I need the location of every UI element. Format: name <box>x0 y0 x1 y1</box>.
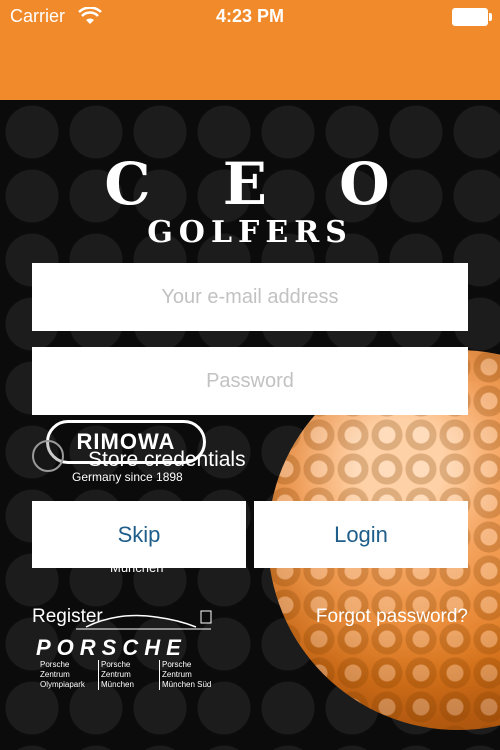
skip-button[interactable]: Skip <box>32 501 246 568</box>
status-bar: Carrier 4:23 PM <box>0 0 500 34</box>
porsche-location: Porsche Zentrum Olympiapark <box>40 660 85 689</box>
porsche-locations: Porsche Zentrum Olympiapark Porsche Zent… <box>38 660 220 690</box>
email-field[interactable] <box>32 263 468 331</box>
porsche-location: Porsche Zentrum München Süd <box>159 660 220 690</box>
forgot-password-link[interactable]: Forgot password? <box>316 606 468 628</box>
rimowa-tagline: Germany since 1898 <box>72 470 183 484</box>
app-logo-golfers: GOLFERS <box>147 215 353 250</box>
store-credentials-label[interactable]: Store credentials <box>88 448 246 472</box>
register-link[interactable]: Register <box>32 606 103 628</box>
app-logo-ceo: C E O <box>104 150 416 218</box>
login-button[interactable]: Login <box>254 501 468 568</box>
porsche-location: Porsche Zentrum München <box>98 660 159 690</box>
store-credentials-checkbox[interactable] <box>32 440 64 472</box>
battery-icon <box>452 8 492 26</box>
status-time: 4:23 PM <box>215 6 285 26</box>
porsche-wordmark: PORSCHE <box>36 635 187 660</box>
password-field[interactable] <box>32 347 468 415</box>
